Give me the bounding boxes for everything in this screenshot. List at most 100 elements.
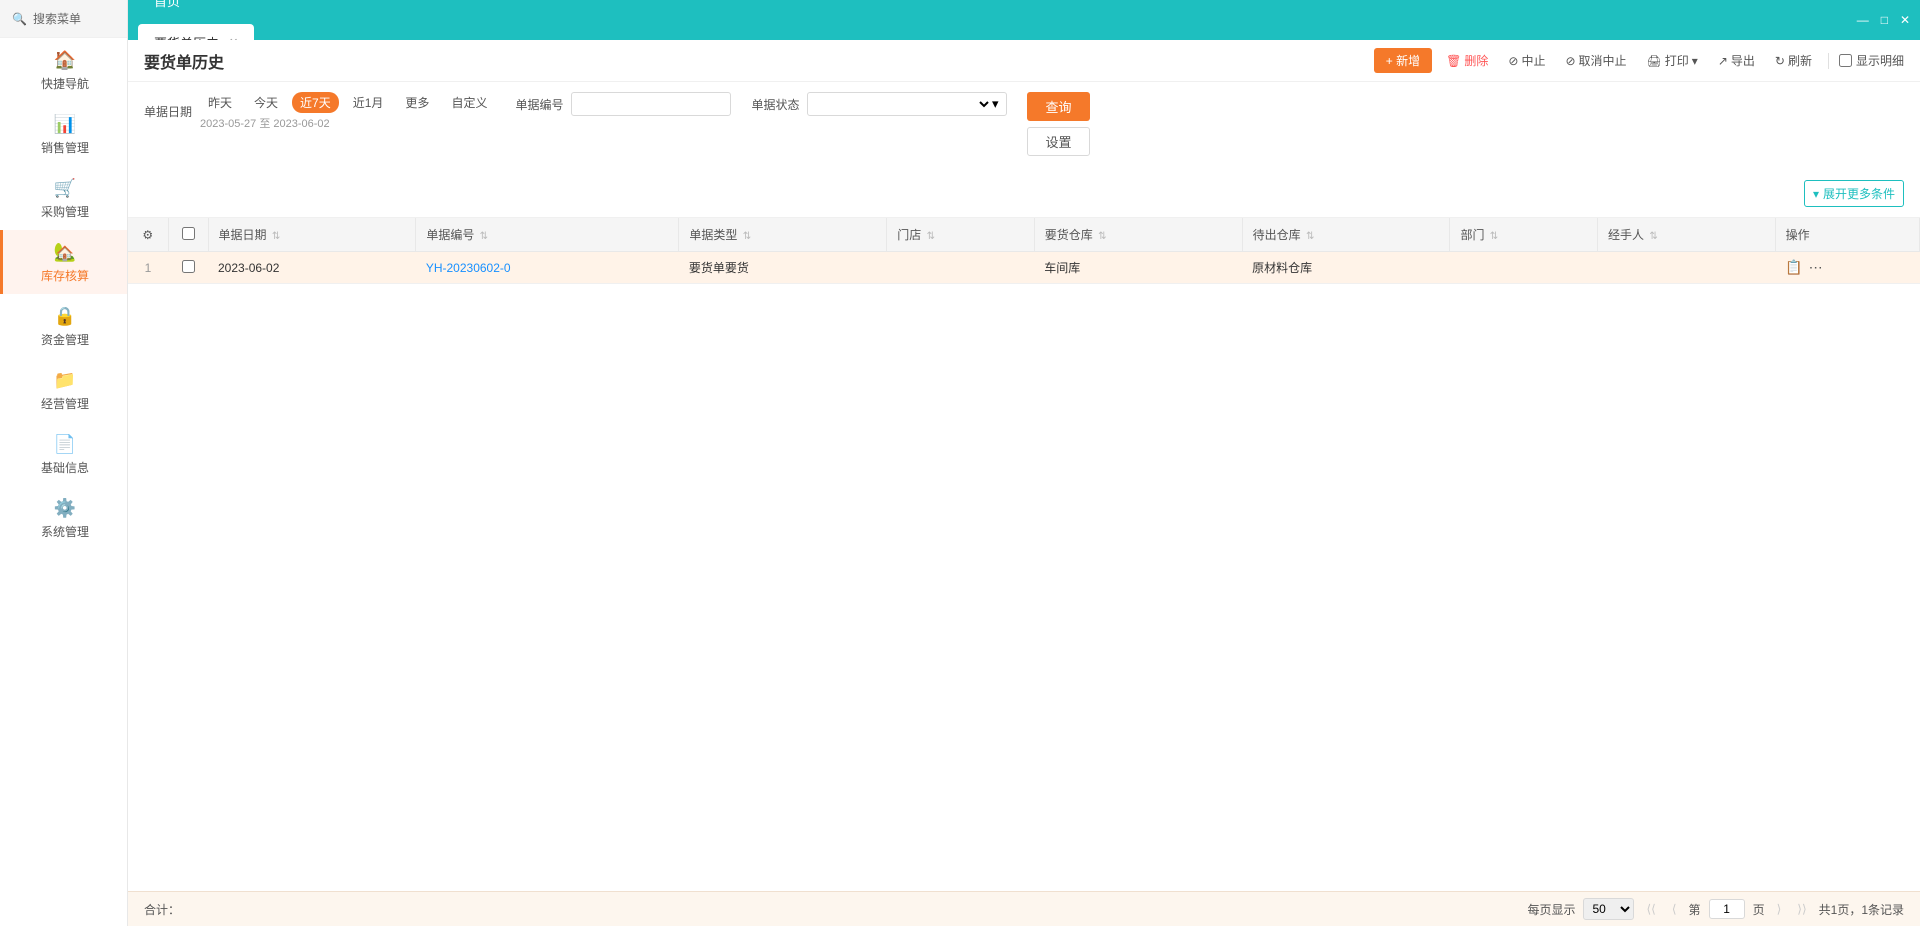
delete-button[interactable]: 🗑 删除 [1440, 49, 1494, 72]
first-page-btn[interactable]: ⟨⟨ [1642, 900, 1659, 918]
finance-label: 资金管理 [41, 331, 89, 348]
toolbar: 要货单历史 + 新增 🗑 删除 ⊘ 中止 ⊘ 取消中止 🖨 打印 ▾ [128, 40, 1920, 82]
date-chip-更多[interactable]: 更多 [397, 92, 437, 113]
sidebar: 🔍 搜索菜单 🏠快捷导航 📊 销售管理 🛒采购管理🏡库存核算🔒资金管理📁经营管理 📄 基础… [0, 0, 128, 926]
expand-more-btn[interactable]: ▾ 展开更多条件 [1804, 180, 1904, 207]
filter-bar: 单据日期 昨天今天近7天近1月更多自定义 2023-05-27 至 2023-0… [128, 82, 1920, 218]
last-page-btn[interactable]: ⟩⟩ [1793, 900, 1810, 918]
date-filter-group: 单据日期 昨天今天近7天近1月更多自定义 2023-05-27 至 2023-0… [144, 92, 495, 131]
expand-chevron-icon: ▾ [1813, 187, 1819, 201]
new-button[interactable]: + 新增 [1374, 48, 1432, 73]
page-label-end: 页 [1753, 901, 1765, 918]
delete-label: 删除 [1464, 52, 1488, 69]
date-chip-近7天[interactable]: 近7天 [292, 92, 339, 113]
doc-number-input[interactable] [571, 92, 731, 116]
table-body: 1 2023-06-02 YH-20230602-0 要货单要货 车间库 原材料… [128, 252, 1920, 284]
stop-icon: ⊘ [1508, 54, 1518, 68]
sidebar-item-finance[interactable]: 🔒资金管理 [0, 294, 127, 358]
sidebar-item-system[interactable]: ⚙️系统管理 [0, 486, 127, 550]
operation-label: 经营管理 [41, 395, 89, 412]
window-minimize-btn[interactable]: — [1857, 13, 1869, 27]
stop-button[interactable]: ⊘ 中止 [1502, 49, 1551, 72]
row-department [1450, 252, 1598, 284]
status-label: 单据状态 [751, 96, 799, 113]
cancel-stop-icon: ⊘ [1565, 54, 1575, 68]
export-button[interactable]: ↗ 导出 [1712, 49, 1761, 72]
basic-icon: 📄 [54, 434, 76, 455]
table-container: ⚙ 单据日期 ⇅ 单据编号 ⇅ 单据类型 ⇅ 门店 ⇅ 要货仓库 ⇅ 待出仓库 … [128, 218, 1920, 891]
page-input[interactable] [1709, 899, 1745, 919]
total-info: 共1页，1条记录 [1819, 901, 1904, 918]
window-maximize-btn[interactable]: □ [1881, 13, 1888, 27]
purchase-icon: 🛒 [54, 178, 76, 199]
basic-label: 基础信息 [41, 459, 89, 476]
date-chip-自定义[interactable]: 自定义 [443, 92, 495, 113]
th-store[interactable]: 门店 ⇅ [887, 218, 1035, 252]
refresh-label: 刷新 [1788, 52, 1812, 69]
cancel-stop-label: 取消中止 [1579, 52, 1627, 69]
print-label: 打印 [1665, 52, 1689, 69]
prev-page-btn[interactable]: ⟨ [1668, 900, 1681, 918]
print-chevron-icon: ▾ [1692, 54, 1698, 68]
sidebar-item-purchase[interactable]: 🛒采购管理 [0, 166, 127, 230]
row-handler [1597, 252, 1775, 284]
data-table: ⚙ 单据日期 ⇅ 单据编号 ⇅ 单据类型 ⇅ 门店 ⇅ 要货仓库 ⇅ 待出仓库 … [128, 218, 1920, 284]
th-number[interactable]: 单据编号 ⇅ [416, 218, 679, 252]
th-type[interactable]: 单据类型 ⇅ [679, 218, 887, 252]
per-page-select[interactable]: 2050100200 [1583, 898, 1634, 920]
sales-label: 销售管理 [41, 139, 89, 156]
row-number-link[interactable]: YH-20230602-0 [426, 261, 511, 275]
date-chip-近1月[interactable]: 近1月 [345, 92, 392, 113]
row-actions: 📋 ⋯ [1775, 252, 1919, 284]
sidebar-item-quick-nav[interactable]: 🏠快捷导航 [0, 38, 127, 102]
th-pending-warehouse[interactable]: 待出仓库 ⇅ [1242, 218, 1450, 252]
th-department[interactable]: 部门 ⇅ [1450, 218, 1598, 252]
row-checkbox[interactable] [168, 252, 208, 284]
display-detail-label: 显示明细 [1856, 52, 1904, 69]
row-more-btn[interactable]: ⋯ [1809, 259, 1823, 276]
refresh-button[interactable]: ↻ 刷新 [1769, 49, 1818, 72]
th-date[interactable]: 单据日期 ⇅ [208, 218, 416, 252]
row-view-btn[interactable]: 📋 [1785, 259, 1802, 276]
sidebar-item-operation[interactable]: 📁经营管理 [0, 358, 127, 422]
display-detail-checkbox[interactable]: 显示明细 [1839, 52, 1904, 69]
delete-icon: 🗑 [1446, 54, 1461, 68]
next-page-btn[interactable]: ⟩ [1773, 900, 1786, 918]
sidebar-item-basic[interactable]: 📄 基础信息 [0, 422, 127, 486]
date-chip-昨天[interactable]: 昨天 [200, 92, 240, 113]
page-label: 第 [1689, 901, 1701, 918]
display-detail-input[interactable] [1839, 54, 1852, 67]
inventory-label: 库存核算 [41, 267, 89, 284]
row-select-checkbox[interactable] [182, 260, 195, 273]
stop-label: 中止 [1521, 52, 1545, 69]
select-all-checkbox[interactable] [182, 227, 195, 240]
th-req-warehouse[interactable]: 要货仓库 ⇅ [1034, 218, 1242, 252]
expand-more-label: 展开更多条件 [1823, 185, 1895, 202]
sidebar-item-inventory[interactable]: 🏡库存核算 [0, 230, 127, 294]
header-bar: 首页要货单历史✕ — □ ✕ [128, 0, 1920, 40]
settings-button[interactable]: 设置 [1027, 127, 1089, 156]
sidebar-search[interactable]: 🔍 搜索菜单 [0, 0, 127, 38]
th-handler[interactable]: 经手人 ⇅ [1597, 218, 1775, 252]
date-chip-今天[interactable]: 今天 [246, 92, 286, 113]
status-select-wrapper[interactable]: ▾ [807, 92, 1007, 116]
filter-actions: 查询 设置 [1027, 92, 1089, 156]
search-icon: 🔍 [12, 12, 27, 26]
date-range: 2023-05-27 至 2023-06-02 [200, 115, 495, 131]
sales-icon: 📊 [54, 114, 76, 135]
expand-row: ▾ 展开更多条件 [144, 180, 1904, 207]
tab-home[interactable]: 首页 [138, 0, 254, 20]
sidebar-item-sales[interactable]: 📊 销售管理 [0, 102, 127, 166]
window-close-btn[interactable]: ✕ [1900, 13, 1910, 27]
page-title: 要货单历史 [144, 49, 224, 73]
status-select[interactable] [816, 96, 991, 112]
system-label: 系统管理 [41, 523, 89, 540]
th-settings[interactable]: ⚙ [128, 218, 168, 252]
print-button[interactable]: 🖨 打印 ▾ [1641, 49, 1704, 72]
cancel-stop-button[interactable]: ⊘ 取消中止 [1559, 49, 1632, 72]
page-content: 要货单历史 + 新增 🗑 删除 ⊘ 中止 ⊘ 取消中止 🖨 打印 ▾ [128, 40, 1920, 926]
tab-home-label: 首页 [154, 0, 180, 10]
per-page-label: 每页显示 [1527, 901, 1575, 918]
status-chevron-icon: ▾ [992, 96, 999, 112]
query-button[interactable]: 查询 [1027, 92, 1089, 121]
